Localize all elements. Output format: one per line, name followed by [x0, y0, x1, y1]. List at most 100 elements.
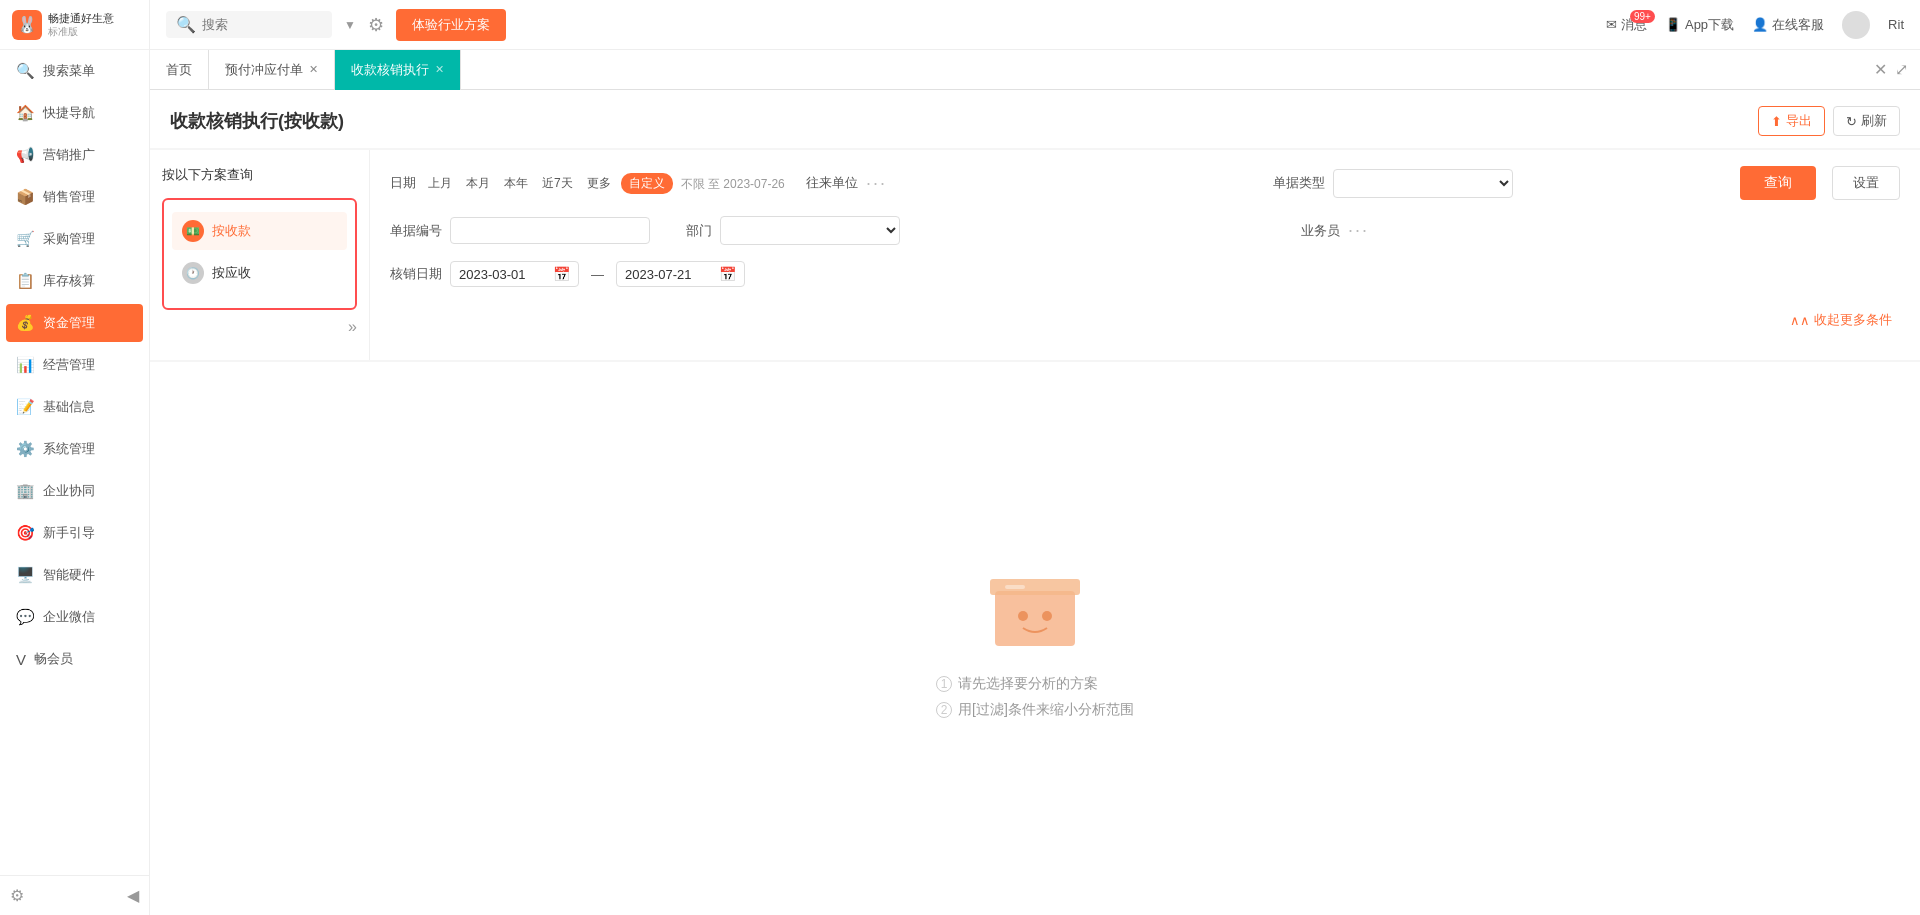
sidebar-item-hardware[interactable]: 🖥️ 智能硬件 — [0, 554, 149, 596]
date-btn-this-year[interactable]: 本年 — [500, 173, 532, 194]
date-btn-last-month[interactable]: 上月 — [424, 173, 456, 194]
collapse-sidebar-button[interactable]: ◀ — [127, 886, 139, 905]
sidebar-item-sales[interactable]: 📦 销售管理 — [0, 176, 149, 218]
filter-option-by-receipt[interactable]: 💵 按收款 — [172, 212, 347, 250]
inventory-icon: 📋 — [16, 272, 35, 290]
sidebar-item-system[interactable]: ⚙️ 系统管理 — [0, 428, 149, 470]
tab-receipt-offset[interactable]: 收款核销执行 ✕ — [335, 50, 461, 90]
dept-select[interactable] — [720, 216, 900, 245]
date-btn-custom[interactable]: 自定义 — [621, 173, 673, 194]
search-icon: 🔍 — [176, 15, 196, 34]
date-btn-this-month[interactable]: 本月 — [462, 173, 494, 194]
filter-row-2: 单据编号 部门 业务员 ··· — [390, 216, 1900, 245]
doc-type-select[interactable] — [1333, 169, 1513, 198]
offset-date-label: 核销日期 — [390, 265, 442, 283]
online-service-button[interactable]: 👤 在线客服 — [1752, 16, 1824, 34]
sidebar-item-business[interactable]: 📊 经营管理 — [0, 344, 149, 386]
search-input[interactable] — [202, 17, 322, 32]
page-header: 收款核销执行(按收款) ⬆ 导出 ↻ 刷新 — [150, 90, 1920, 148]
main-area: 🔍 ▼ ⚙ 体验行业方案 ✉ 消息 99+ 📱 App下载 👤 在线客服 Rit — [150, 0, 1920, 915]
marketing-icon: 📢 — [16, 146, 35, 164]
settings-button[interactable]: 设置 — [1832, 166, 1900, 200]
content-area: 收款核销执行(按收款) ⬆ 导出 ↻ 刷新 按以下方案查询 💵 — [150, 90, 1920, 915]
more-conditions-toggle[interactable]: ∧∧ 收起更多条件 — [390, 303, 1900, 337]
sidebar-item-member[interactable]: V 畅会员 — [0, 638, 149, 680]
sidebar-item-enterprise[interactable]: 🏢 企业协同 — [0, 470, 149, 512]
doc-number-input[interactable] — [450, 217, 650, 244]
sidebar-item-marketing[interactable]: 📢 营销推广 — [0, 134, 149, 176]
chevron-down-icon[interactable]: ▼ — [344, 18, 356, 32]
tab-home[interactable]: 首页 — [150, 50, 209, 90]
empty-state: 1 请先选择要分析的方案 2 用[过滤]条件来缩小分析范围 — [150, 362, 1920, 915]
export-button[interactable]: ⬆ 导出 — [1758, 106, 1825, 136]
date-shortcuts-row: 上月 本月 本年 近7天 更多 自定义 — [424, 173, 673, 194]
filter-main: 日期 上月 本月 本年 近7天 更多 自定义 不限 至 2023-07- — [370, 150, 1920, 360]
sales-icon: 📦 — [16, 188, 35, 206]
sidebar-item-finance[interactable]: 💰 资金管理 — [6, 304, 143, 342]
app-download-button[interactable]: 📱 App下载 — [1665, 16, 1734, 34]
solution-button[interactable]: 体验行业方案 — [396, 9, 506, 41]
date-btn-more[interactable]: 更多 — [583, 173, 615, 194]
expand-icon[interactable]: ⤢ — [1895, 60, 1908, 79]
sidebar-item-wechat[interactable]: 💬 企业微信 — [0, 596, 149, 638]
svg-point-3 — [1042, 611, 1052, 621]
date-btn-7days[interactable]: 近7天 — [538, 173, 577, 194]
avatar — [1842, 11, 1870, 39]
sidebar-item-purchase[interactable]: 🛒 采购管理 — [0, 218, 149, 260]
offset-date-start-wrap: 📅 — [450, 261, 579, 287]
collapse-icon: » — [348, 318, 357, 336]
enterprise-icon: 🏢 — [16, 482, 35, 500]
dept-field: 部门 — [686, 216, 1285, 245]
sidebar-item-quick-nav[interactable]: 🏠 快捷导航 — [0, 92, 149, 134]
calendar-start-icon[interactable]: 📅 — [553, 266, 570, 282]
refresh-button[interactable]: ↻ 刷新 — [1833, 106, 1900, 136]
offset-date-start-input[interactable] — [459, 267, 549, 282]
offset-date-end-input[interactable] — [625, 267, 715, 282]
member-icon: V — [16, 651, 26, 668]
date-label: 日期 — [390, 174, 416, 192]
filter-row-1: 日期 上月 本月 本年 近7天 更多 自定义 不限 至 2023-07- — [390, 166, 1900, 200]
gear-icon[interactable]: ⚙ — [368, 14, 384, 36]
query-button[interactable]: 查询 — [1740, 166, 1816, 200]
filter-row-3: 核销日期 📅 — 📅 — [390, 261, 1900, 287]
chevron-up-icon: ∧∧ — [1790, 313, 1810, 328]
close-window-icon[interactable]: ✕ — [1874, 60, 1887, 79]
business-icon: 📊 — [16, 356, 35, 374]
sidebar-item-inventory[interactable]: 📋 库存核算 — [0, 260, 149, 302]
dept-label: 部门 — [686, 222, 712, 240]
hardware-icon: 🖥️ — [16, 566, 35, 584]
sidebar-nav: 🔍 搜索菜单 🏠 快捷导航 📢 营销推广 📦 销售管理 🛒 采购管理 📋 库存核… — [0, 50, 149, 875]
calendar-end-icon[interactable]: 📅 — [719, 266, 736, 282]
message-icon: ✉ — [1606, 17, 1617, 32]
by-receivable-icon: 🕐 — [182, 262, 204, 284]
topbar-right: ✉ 消息 99+ 📱 App下载 👤 在线客服 Rit — [1606, 11, 1904, 39]
svg-point-2 — [1018, 611, 1028, 621]
date-range-separator: — — [591, 267, 604, 282]
message-badge: 99+ — [1630, 10, 1655, 23]
finance-icon: 💰 — [16, 314, 35, 332]
sidebar-bottom: ⚙ ◀ — [0, 875, 149, 915]
wechat-icon: 💬 — [16, 608, 35, 626]
filter-collapse-button[interactable]: » — [162, 310, 357, 344]
tab-close-prepay[interactable]: ✕ — [309, 63, 318, 76]
offset-date-field: 核销日期 📅 — 📅 — [390, 261, 745, 287]
phone-icon: 📱 — [1665, 17, 1681, 32]
sidebar-item-guide[interactable]: 🎯 新手引导 — [0, 512, 149, 554]
logo-text: 畅捷通好生意 标准版 — [48, 11, 114, 38]
settings-icon[interactable]: ⚙ — [10, 886, 24, 905]
filter-option-by-receivable[interactable]: 🕐 按应收 — [172, 254, 347, 292]
sidebar-item-search[interactable]: 🔍 搜索菜单 — [0, 50, 149, 92]
by-receipt-icon: 💵 — [182, 220, 204, 242]
basic-info-icon: 📝 — [16, 398, 35, 416]
date-unlimited-text: 不限 至 2023-07-26 — [681, 176, 785, 193]
empty-illustration — [975, 551, 1095, 655]
hint-number-2: 2 — [936, 702, 952, 718]
logo-icon: 🐰 — [12, 10, 42, 40]
sidebar-item-basic-info[interactable]: 📝 基础信息 — [0, 386, 149, 428]
tab-prepay[interactable]: 预付冲应付单 ✕ — [209, 50, 335, 90]
tab-close-receipt-offset[interactable]: ✕ — [435, 63, 444, 76]
topbar-search[interactable]: 🔍 — [166, 11, 332, 38]
page-actions: ⬆ 导出 ↻ 刷新 — [1758, 106, 1900, 136]
tabbar: 首页 预付冲应付单 ✕ 收款核销执行 ✕ ✕ ⤢ — [150, 50, 1920, 90]
message-button[interactable]: ✉ 消息 99+ — [1606, 16, 1647, 34]
